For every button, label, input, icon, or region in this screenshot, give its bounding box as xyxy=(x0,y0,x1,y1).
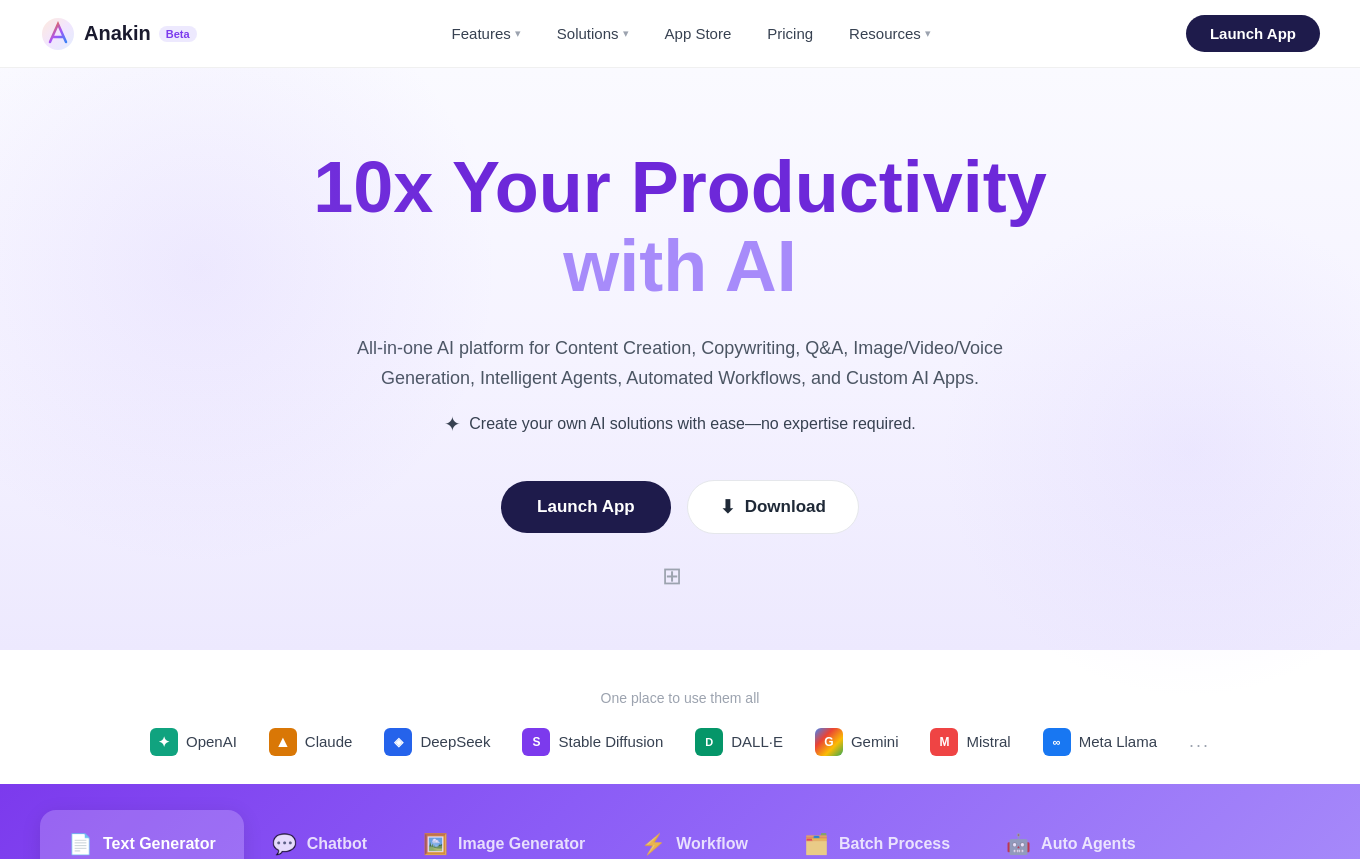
more-integrations[interactable]: ... xyxy=(1189,731,1210,752)
download-label: Download xyxy=(745,497,826,517)
mistral-logo: M xyxy=(930,728,958,756)
integration-dalle[interactable]: D DALL·E xyxy=(695,728,783,756)
image-generator-icon: 🖼️ xyxy=(423,832,448,856)
dalle-label: DALL·E xyxy=(731,733,783,750)
tab-batch-process[interactable]: 🗂️ Batch Process xyxy=(776,810,978,859)
hero-title-part1: 10x Your Productivity xyxy=(313,147,1047,227)
deepseek-label: DeepSeek xyxy=(420,733,490,750)
tab-workflow-label: Workflow xyxy=(676,835,748,853)
gemini-label: Gemini xyxy=(851,733,899,750)
hero-tagline: ✦ Create your own AI solutions with ease… xyxy=(444,412,915,436)
tab-chatbot-label: Chatbot xyxy=(307,835,367,853)
chatbot-icon: 💬 xyxy=(272,832,297,856)
logo-text: Anakin xyxy=(84,22,151,45)
tab-batch-process-label: Batch Process xyxy=(839,835,950,853)
hero-tagline-text: Create your own AI solutions with ease—n… xyxy=(469,415,915,433)
openai-logo: ✦ xyxy=(150,728,178,756)
feature-tabs: 📄 Text Generator 💬 Chatbot 🖼️ Image Gene… xyxy=(0,784,1360,859)
nav-resources[interactable]: Resources ▾ xyxy=(849,25,931,42)
integration-gemini[interactable]: G Gemini xyxy=(815,728,899,756)
nav-pricing[interactable]: Pricing xyxy=(767,25,813,42)
tab-workflow[interactable]: ⚡ Workflow xyxy=(613,810,776,859)
hero-section: 10x Your Productivity with AI All-in-one… xyxy=(0,68,1360,650)
dalle-logo: D xyxy=(695,728,723,756)
hero-title: 10x Your Productivity with AI xyxy=(313,148,1047,306)
integration-deepseek[interactable]: ◈ DeepSeek xyxy=(384,728,490,756)
nav-links: Features ▾ Solutions ▾ App Store Pricing… xyxy=(452,25,931,42)
hero-launch-button[interactable]: Launch App xyxy=(501,481,671,533)
stable-diffusion-label: Stable Diffusion xyxy=(558,733,663,750)
logo[interactable]: Anakin Beta xyxy=(40,16,197,52)
workflow-icon: ⚡ xyxy=(641,832,666,856)
beta-badge: Beta xyxy=(159,26,197,42)
claude-label: Claude xyxy=(305,733,353,750)
meta-llama-logo: ∞ xyxy=(1043,728,1071,756)
hero-subtitle: All-in-one AI platform for Content Creat… xyxy=(310,334,1050,393)
integrations-section: One place to use them all ✦ OpenAI ▲ Cla… xyxy=(0,650,1360,784)
hero-download-button[interactable]: ⬇ Download xyxy=(687,480,859,534)
anakin-logo-icon xyxy=(40,16,76,52)
integrations-label: One place to use them all xyxy=(601,690,760,706)
hero-title-part2: with AI xyxy=(563,226,796,306)
tab-auto-agents-label: Auto Agents xyxy=(1041,835,1136,853)
nav-features[interactable]: Features ▾ xyxy=(452,25,521,42)
integration-meta-llama[interactable]: ∞ Meta Llama xyxy=(1043,728,1157,756)
integration-mistral[interactable]: M Mistral xyxy=(930,728,1010,756)
download-icon: ⬇ xyxy=(720,496,735,518)
tab-text-generator-label: Text Generator xyxy=(103,835,216,853)
tab-list: 📄 Text Generator 💬 Chatbot 🖼️ Image Gene… xyxy=(40,810,1320,859)
tab-text-generator[interactable]: 📄 Text Generator xyxy=(40,810,244,859)
navbar: Anakin Beta Features ▾ Solutions ▾ App S… xyxy=(0,0,1360,68)
os-icons: ⊞ xyxy=(662,562,698,590)
openai-label: OpenAI xyxy=(186,733,237,750)
tab-image-generator-label: Image Generator xyxy=(458,835,585,853)
integration-claude[interactable]: ▲ Claude xyxy=(269,728,353,756)
integration-stable-diffusion[interactable]: S Stable Diffusion xyxy=(522,728,663,756)
meta-llama-label: Meta Llama xyxy=(1079,733,1157,750)
claude-logo: ▲ xyxy=(269,728,297,756)
text-generator-icon: 📄 xyxy=(68,832,93,856)
mistral-label: Mistral xyxy=(966,733,1010,750)
hero-buttons: Launch App ⬇ Download xyxy=(501,480,859,534)
integration-openai[interactable]: ✦ OpenAI xyxy=(150,728,237,756)
integration-list: ✦ OpenAI ▲ Claude ◈ DeepSeek S Stable Di… xyxy=(150,728,1210,756)
tab-image-generator[interactable]: 🖼️ Image Generator xyxy=(395,810,613,859)
windows-icon[interactable]: ⊞ xyxy=(662,562,682,590)
nav-solutions[interactable]: Solutions ▾ xyxy=(557,25,629,42)
tab-auto-agents[interactable]: 🤖 Auto Agents xyxy=(978,810,1164,859)
batch-process-icon: 🗂️ xyxy=(804,832,829,856)
sparkle-icon: ✦ xyxy=(444,412,461,436)
chevron-down-icon: ▾ xyxy=(925,27,931,40)
nav-launch-button[interactable]: Launch App xyxy=(1186,15,1320,52)
chevron-down-icon: ▾ xyxy=(623,27,629,40)
tab-chatbot[interactable]: 💬 Chatbot xyxy=(244,810,395,859)
stable-diffusion-logo: S xyxy=(522,728,550,756)
chevron-down-icon: ▾ xyxy=(515,27,521,40)
deepseek-logo: ◈ xyxy=(384,728,412,756)
nav-appstore[interactable]: App Store xyxy=(665,25,732,42)
auto-agents-icon: 🤖 xyxy=(1006,832,1031,856)
gemini-logo: G xyxy=(815,728,843,756)
